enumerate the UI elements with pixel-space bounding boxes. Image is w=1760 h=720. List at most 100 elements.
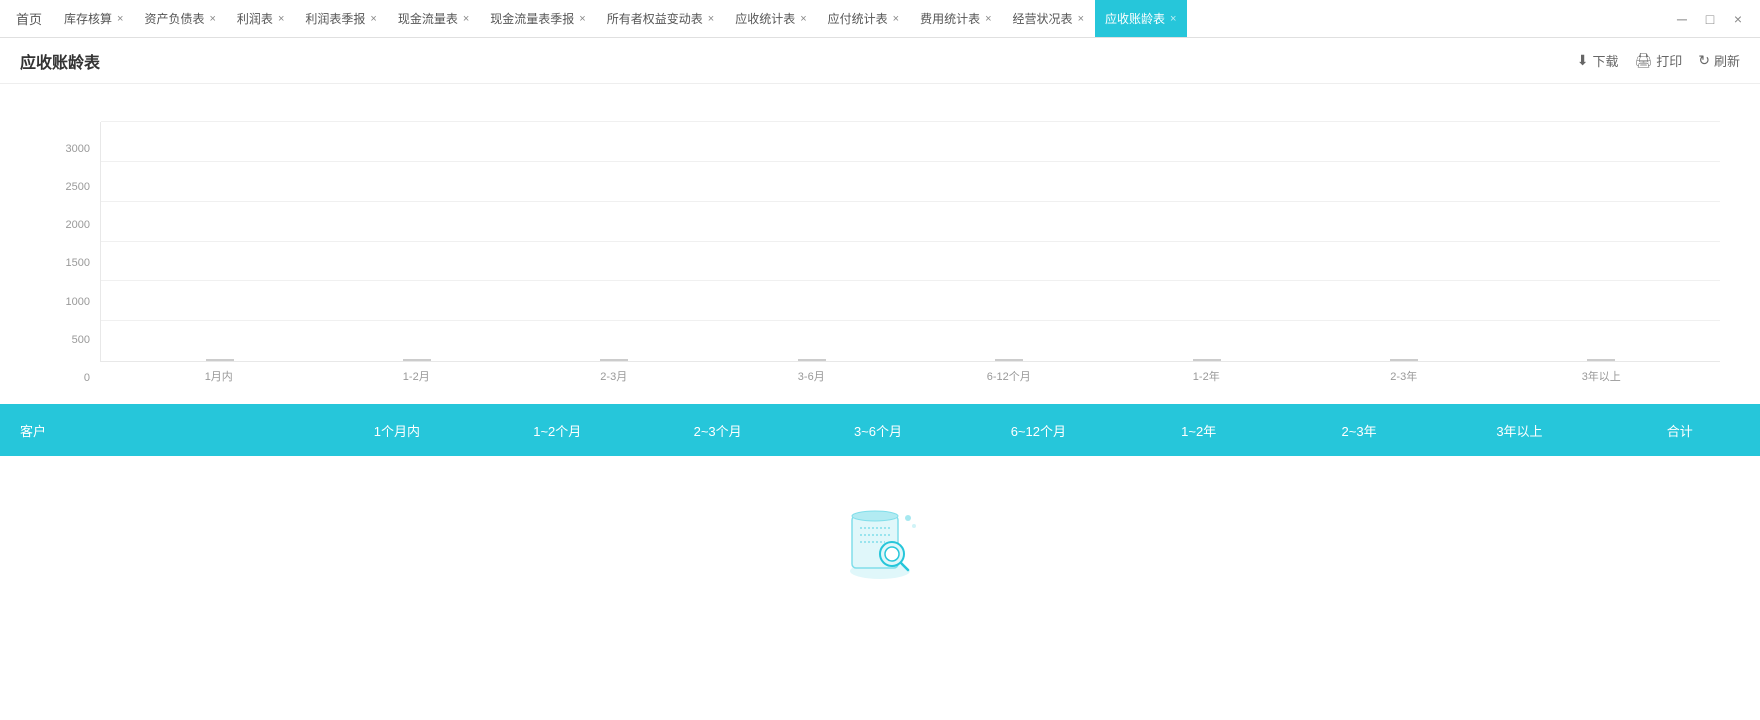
- tab-profit-quarterly-close[interactable]: ×: [370, 13, 376, 25]
- bar-2-3year: [1390, 359, 1418, 361]
- close-icon: ×: [1734, 11, 1742, 27]
- tab-profit-quarterly[interactable]: 利润表季报 ×: [295, 0, 387, 38]
- tab-cashflow-quarterly-label: 现金流量表季报: [490, 10, 574, 27]
- y-label-1000: 1000: [40, 297, 90, 308]
- y-label-1500: 1500: [40, 258, 90, 269]
- tab-profit-close[interactable]: ×: [278, 13, 284, 25]
- x-label-2-3year: 2-3年: [1305, 368, 1503, 384]
- tab-bar: 首页 库存核算 × 资产负债表 × 利润表 × 利润表季报 × 现金流量表 × …: [0, 0, 1760, 38]
- chart-x-labels: 1月内 1-2月 2-3月 3-6月 6-12个月 1-2年 2-3年 3年以上: [100, 362, 1720, 384]
- chart-y-axis: 0 500 1000 1500 2000 2500 3000: [40, 144, 90, 384]
- bar-1-2month: [403, 359, 431, 361]
- tab-home[interactable]: 首页: [4, 0, 54, 38]
- tab-ar-stat[interactable]: 应收统计表 ×: [725, 0, 817, 38]
- bar-group-6-12month: [995, 359, 1023, 361]
- col-header-3year-plus: 3年以上: [1439, 421, 1599, 440]
- tab-inventory-close[interactable]: ×: [117, 13, 123, 25]
- page-title: 应收账龄表: [20, 49, 100, 73]
- x-label-3year-plus: 3年以上: [1503, 368, 1701, 384]
- tab-ap-stat-label: 应付统计表: [828, 10, 888, 27]
- y-label-500: 500: [40, 335, 90, 346]
- refresh-button[interactable]: ↻ 刷新: [1698, 51, 1740, 70]
- page-header: 应收账龄表 ⬇ 下载 🖨 打印 ↻ 刷新: [0, 38, 1760, 84]
- col-header-1-2month: 1~2个月: [477, 421, 637, 440]
- bar-group-3-6month: [798, 359, 826, 361]
- empty-icon: [830, 496, 930, 586]
- download-label: 下载: [1592, 51, 1618, 70]
- y-label-2500: 2500: [40, 182, 90, 193]
- window-close-btn[interactable]: ×: [1728, 9, 1748, 29]
- tab-operation-label: 经营状况表: [1013, 10, 1073, 27]
- tab-cashflow[interactable]: 现金流量表 ×: [388, 0, 480, 38]
- print-button[interactable]: 🖨 打印: [1634, 51, 1682, 70]
- window-controls: ─ □ ×: [1672, 9, 1756, 29]
- tab-equity-close[interactable]: ×: [708, 13, 714, 25]
- tab-balance[interactable]: 资产负债表 ×: [134, 0, 226, 38]
- bar-group-1-2month: [403, 359, 431, 361]
- tab-ar-aging-label: 应收账龄表: [1105, 10, 1165, 27]
- download-icon: ⬇: [1577, 52, 1589, 69]
- bar-3year-plus: [1587, 359, 1615, 361]
- bars-row: [101, 122, 1720, 361]
- window-minimize-btn[interactable]: ─: [1672, 9, 1692, 29]
- tab-cashflow-label: 现金流量表: [398, 10, 458, 27]
- download-button[interactable]: ⬇ 下载: [1577, 51, 1619, 70]
- x-label-2-3month: 2-3月: [515, 368, 713, 384]
- tab-home-label: 首页: [16, 9, 42, 28]
- chart-grid-area: [100, 122, 1720, 362]
- x-label-1-2year: 1-2年: [1108, 368, 1306, 384]
- bar-group-3year-plus: [1587, 359, 1615, 361]
- tab-cashflow-quarterly-close[interactable]: ×: [579, 13, 585, 25]
- tab-ar-stat-label: 应收统计表: [735, 10, 795, 27]
- tab-ar-stat-close[interactable]: ×: [800, 13, 806, 25]
- bar-group-1-2year: [1193, 359, 1221, 361]
- tab-operation[interactable]: 经营状况表 ×: [1003, 0, 1095, 38]
- col-header-1-2year: 1~2年: [1119, 421, 1279, 440]
- window-maximize-btn[interactable]: □: [1700, 9, 1720, 29]
- tab-cashflow-quarterly[interactable]: 现金流量表季报 ×: [480, 0, 596, 38]
- bar-6-12month: [995, 359, 1023, 361]
- chart-area: 0 500 1000 1500 2000 2500 3000: [0, 84, 1760, 404]
- x-label-6-12month: 6-12个月: [910, 368, 1108, 384]
- col-header-6-12month: 6~12个月: [958, 421, 1118, 440]
- empty-document-svg: [830, 496, 930, 586]
- y-label-0: 0: [40, 373, 90, 384]
- minimize-icon: ─: [1677, 11, 1687, 27]
- chart-container: 0 500 1000 1500 2000 2500 3000: [40, 104, 1720, 384]
- tab-ar-aging-close[interactable]: ×: [1170, 13, 1176, 25]
- tab-operation-close[interactable]: ×: [1078, 13, 1084, 25]
- y-label-2000: 2000: [40, 220, 90, 231]
- print-icon: 🖨: [1634, 52, 1652, 69]
- tab-ar-aging[interactable]: 应收账龄表 ×: [1095, 0, 1187, 38]
- tab-expense-stat-label: 费用统计表: [920, 10, 980, 27]
- tab-equity[interactable]: 所有者权益变动表 ×: [597, 0, 725, 38]
- print-label: 打印: [1656, 51, 1682, 70]
- refresh-label: 刷新: [1714, 51, 1740, 70]
- bar-1-2year: [1193, 359, 1221, 361]
- bar-group-2-3year: [1390, 359, 1418, 361]
- tab-profit-quarterly-label: 利润表季报: [305, 10, 365, 27]
- bar-group-1month: [206, 359, 234, 361]
- maximize-icon: □: [1706, 11, 1714, 27]
- tab-profit[interactable]: 利润表 ×: [227, 0, 295, 38]
- tab-profit-label: 利润表: [237, 10, 273, 27]
- tab-cashflow-close[interactable]: ×: [463, 13, 469, 25]
- y-label-3000: 3000: [40, 144, 90, 155]
- tab-expense-stat-close[interactable]: ×: [985, 13, 991, 25]
- x-label-3-6month: 3-6月: [713, 368, 911, 384]
- tab-ap-stat-close[interactable]: ×: [893, 13, 899, 25]
- x-label-1-2month: 1-2月: [318, 368, 516, 384]
- col-header-total: 合计: [1600, 421, 1760, 440]
- tab-balance-label: 资产负债表: [144, 10, 204, 27]
- page-actions: ⬇ 下载 🖨 打印 ↻ 刷新: [1577, 51, 1740, 70]
- tab-ap-stat[interactable]: 应付统计表 ×: [818, 0, 910, 38]
- tab-balance-close[interactable]: ×: [209, 13, 215, 25]
- tab-expense-stat[interactable]: 费用统计表 ×: [910, 0, 1002, 38]
- tab-inventory-label: 库存核算: [64, 10, 112, 27]
- bar-3-6month: [798, 359, 826, 361]
- tab-inventory[interactable]: 库存核算 ×: [54, 0, 134, 38]
- col-header-3-6month: 3~6个月: [798, 421, 958, 440]
- bar-1month: [206, 359, 234, 361]
- col-header-2-3month: 2~3个月: [637, 421, 797, 440]
- refresh-icon: ↻: [1698, 52, 1710, 69]
